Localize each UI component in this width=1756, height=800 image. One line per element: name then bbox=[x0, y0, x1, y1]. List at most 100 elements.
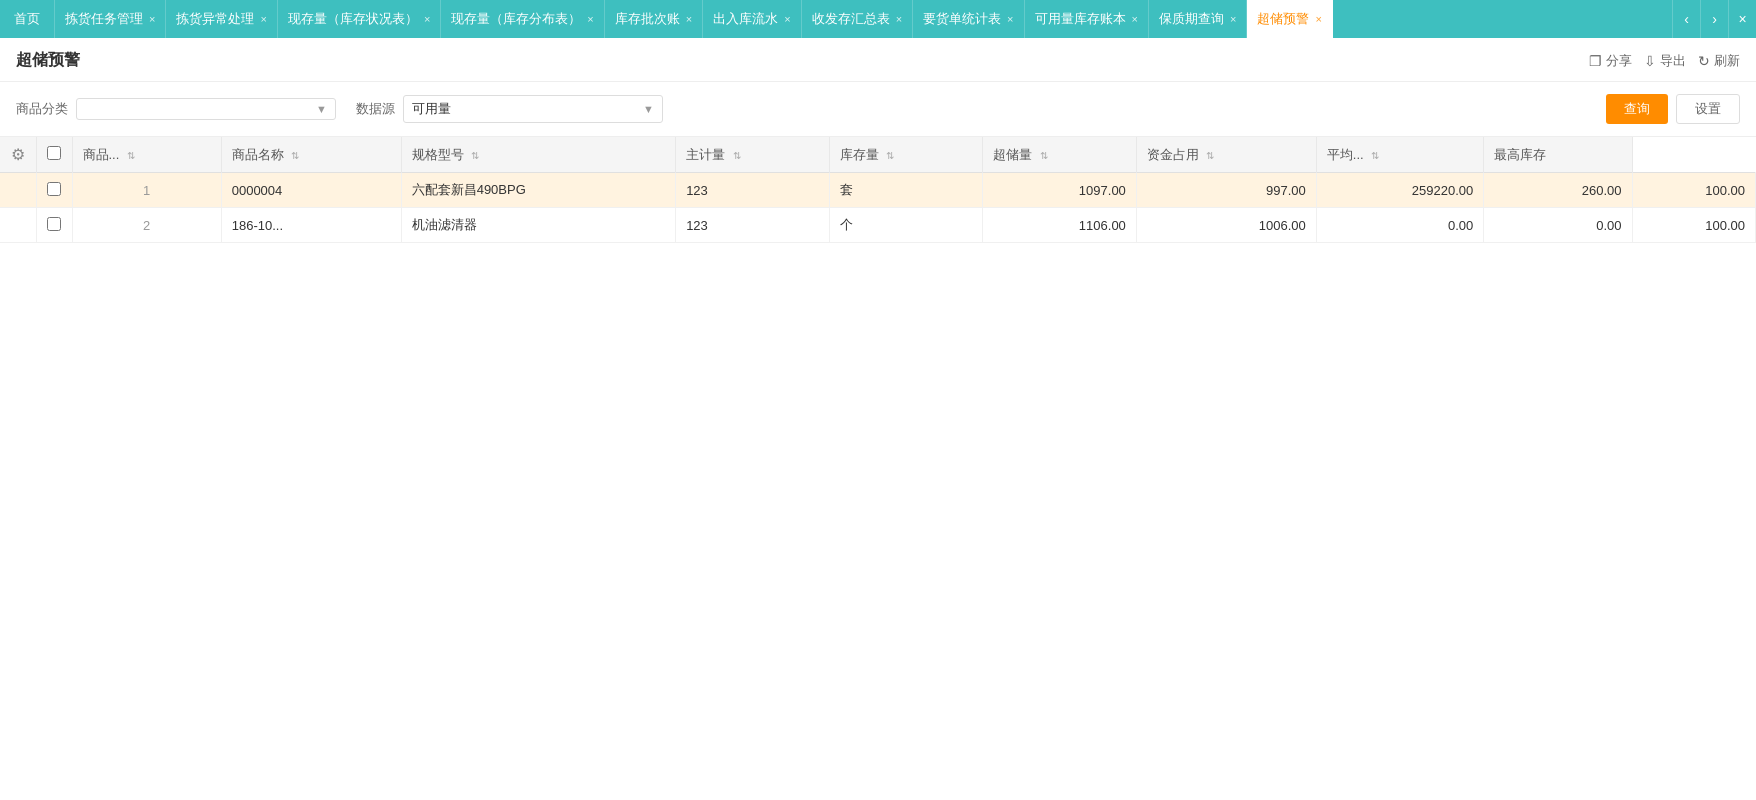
nav-arrows: ‹ › × bbox=[1672, 0, 1756, 38]
sort-icon: ⇅ bbox=[291, 150, 299, 161]
overstock-col-header[interactable]: 超储量 ⇅ bbox=[983, 137, 1137, 173]
unit-cell: 个 bbox=[829, 208, 983, 243]
refresh-button[interactable]: ↻ 刷新 bbox=[1698, 52, 1740, 70]
query-button[interactable]: 查询 bbox=[1606, 94, 1668, 124]
datasource-label: 数据源 bbox=[356, 100, 395, 118]
table-row: 1 0000004 六配套新昌490BPG 123 套 1097.00 997.… bbox=[0, 173, 1756, 208]
capital-col-header[interactable]: 资金占用 ⇅ bbox=[1136, 137, 1316, 173]
select-all-checkbox[interactable] bbox=[47, 146, 61, 160]
nav-item-shofacun[interactable]: 收发存汇总表 × bbox=[802, 0, 913, 38]
nav-item-jianhuo-yichang[interactable]: 拣货异常处理 × bbox=[166, 0, 277, 38]
capital-cell: 0.00 bbox=[1316, 208, 1483, 243]
nav-item-baozhi[interactable]: 保质期查询 × bbox=[1149, 0, 1247, 38]
table-header-row: ⚙ 商品... ⇅ 商品名称 ⇅ 规格型号 ⇅ bbox=[0, 137, 1756, 173]
datasource-value: 可用量 bbox=[412, 100, 451, 118]
data-table: ⚙ 商品... ⇅ 商品名称 ⇅ 规格型号 ⇅ bbox=[0, 137, 1756, 243]
category-select[interactable]: ▼ bbox=[76, 98, 336, 120]
product-name-col-header[interactable]: 商品名称 ⇅ bbox=[221, 137, 401, 173]
avg-col-header[interactable]: 平均... ⇅ bbox=[1316, 137, 1483, 173]
nav-close-arrow[interactable]: × bbox=[1728, 0, 1756, 38]
sort-icon: ⇅ bbox=[733, 150, 741, 161]
datasource-filter-group: 数据源 可用量 ▼ bbox=[356, 95, 663, 123]
table-container: ⚙ 商品... ⇅ 商品名称 ⇅ 规格型号 ⇅ bbox=[0, 137, 1756, 243]
row-checkbox[interactable] bbox=[47, 217, 61, 231]
product-name-cell: 机油滤清器 bbox=[401, 208, 675, 243]
max-stock-cell: 100.00 bbox=[1632, 173, 1755, 208]
unit-cell: 套 bbox=[829, 173, 983, 208]
nav-item-chaochuyujing[interactable]: 超储预警 × bbox=[1247, 0, 1332, 38]
row-settings-cell bbox=[0, 173, 36, 208]
nav-item-keyongliang[interactable]: 可用量库存账本 × bbox=[1025, 0, 1149, 38]
close-icon[interactable]: × bbox=[896, 13, 902, 25]
export-icon: ⇩ bbox=[1644, 53, 1656, 69]
header-actions: ❐ 分享 ⇩ 导出 ↻ 刷新 bbox=[1589, 52, 1740, 70]
close-icon[interactable]: × bbox=[1230, 13, 1236, 25]
chevron-down-icon: ▼ bbox=[643, 103, 654, 115]
stock-cell: 1106.00 bbox=[983, 208, 1137, 243]
nav-item-kucunpici[interactable]: 库存批次账 × bbox=[605, 0, 703, 38]
sort-icon: ⇅ bbox=[1040, 150, 1048, 161]
row-number: 2 bbox=[72, 208, 221, 243]
overstock-cell: 1006.00 bbox=[1136, 208, 1316, 243]
table-row: 2 186-10... 机油滤清器 123 个 1106.00 1006.00 … bbox=[0, 208, 1756, 243]
category-label: 商品分类 bbox=[16, 100, 68, 118]
gear-icon[interactable]: ⚙ bbox=[11, 146, 25, 163]
nav-item-churuliu[interactable]: 出入库流水 × bbox=[703, 0, 801, 38]
close-icon[interactable]: × bbox=[784, 13, 790, 25]
spec-cell: 123 bbox=[676, 173, 830, 208]
sort-icon: ⇅ bbox=[127, 150, 135, 161]
share-button[interactable]: ❐ 分享 bbox=[1589, 52, 1632, 70]
product-code-cell: 0000004 bbox=[221, 173, 401, 208]
nav-home[interactable]: 首页 bbox=[0, 0, 55, 38]
capital-cell: 259220.00 bbox=[1316, 173, 1483, 208]
filter-bar: 商品分类 ▼ 数据源 可用量 ▼ 查询 设置 bbox=[0, 82, 1756, 137]
nav-bar: 首页 拣货任务管理 × 拣货异常处理 × 现存量（库存状况表） × 现存量（库存… bbox=[0, 0, 1756, 38]
page-title: 超储预警 bbox=[16, 50, 80, 71]
close-icon[interactable]: × bbox=[260, 13, 266, 25]
chevron-down-icon: ▼ bbox=[316, 103, 327, 115]
product-code-cell: 186-10... bbox=[221, 208, 401, 243]
row-checkbox-cell bbox=[36, 208, 72, 243]
product-name-cell: 六配套新昌490BPG bbox=[401, 173, 675, 208]
max-stock-col-header[interactable]: 最高库存 bbox=[1484, 137, 1632, 173]
close-icon[interactable]: × bbox=[1315, 13, 1321, 25]
row-checkbox[interactable] bbox=[47, 182, 61, 196]
nav-item-xiancunliang2[interactable]: 现存量（库存分布表） × bbox=[441, 0, 604, 38]
spec-col-header[interactable]: 规格型号 ⇅ bbox=[401, 137, 675, 173]
nav-prev-arrow[interactable]: ‹ bbox=[1672, 0, 1700, 38]
unit-col-header[interactable]: 主计量 ⇅ bbox=[676, 137, 830, 173]
refresh-icon: ↻ bbox=[1698, 53, 1710, 69]
avg-cell: 260.00 bbox=[1484, 173, 1632, 208]
datasource-select[interactable]: 可用量 ▼ bbox=[403, 95, 663, 123]
nav-item-jianhuorenwu[interactable]: 拣货任务管理 × bbox=[55, 0, 166, 38]
sort-icon: ⇅ bbox=[886, 150, 894, 161]
stock-col-header[interactable]: 库存量 ⇅ bbox=[829, 137, 983, 173]
sort-icon: ⇅ bbox=[1371, 150, 1379, 161]
settings-col-header: ⚙ bbox=[0, 137, 36, 173]
page-header: 超储预警 ❐ 分享 ⇩ 导出 ↻ 刷新 bbox=[0, 38, 1756, 82]
close-icon[interactable]: × bbox=[1007, 13, 1013, 25]
export-button[interactable]: ⇩ 导出 bbox=[1644, 52, 1686, 70]
set-button[interactable]: 设置 bbox=[1676, 94, 1740, 124]
avg-cell: 0.00 bbox=[1484, 208, 1632, 243]
row-checkbox-cell bbox=[36, 173, 72, 208]
sort-icon: ⇅ bbox=[471, 150, 479, 161]
close-icon[interactable]: × bbox=[587, 13, 593, 25]
max-stock-cell: 100.00 bbox=[1632, 208, 1755, 243]
stock-cell: 1097.00 bbox=[983, 173, 1137, 208]
product-code-col-header[interactable]: 商品... ⇅ bbox=[72, 137, 221, 173]
page-container: 超储预警 ❐ 分享 ⇩ 导出 ↻ 刷新 商品分类 ▼ 数据源 bbox=[0, 38, 1756, 800]
sort-icon: ⇅ bbox=[1206, 150, 1214, 161]
nav-item-xiancunliang1[interactable]: 现存量（库存状况表） × bbox=[278, 0, 441, 38]
share-icon: ❐ bbox=[1589, 53, 1602, 69]
close-icon[interactable]: × bbox=[1132, 13, 1138, 25]
spec-cell: 123 bbox=[676, 208, 830, 243]
close-icon[interactable]: × bbox=[149, 13, 155, 25]
nav-item-yaohuo[interactable]: 要货单统计表 × bbox=[913, 0, 1024, 38]
nav-next-arrow[interactable]: › bbox=[1700, 0, 1728, 38]
category-filter-group: 商品分类 ▼ bbox=[16, 98, 336, 120]
close-icon[interactable]: × bbox=[424, 13, 430, 25]
checkbox-col-header bbox=[36, 137, 72, 173]
row-settings-cell bbox=[0, 208, 36, 243]
close-icon[interactable]: × bbox=[686, 13, 692, 25]
